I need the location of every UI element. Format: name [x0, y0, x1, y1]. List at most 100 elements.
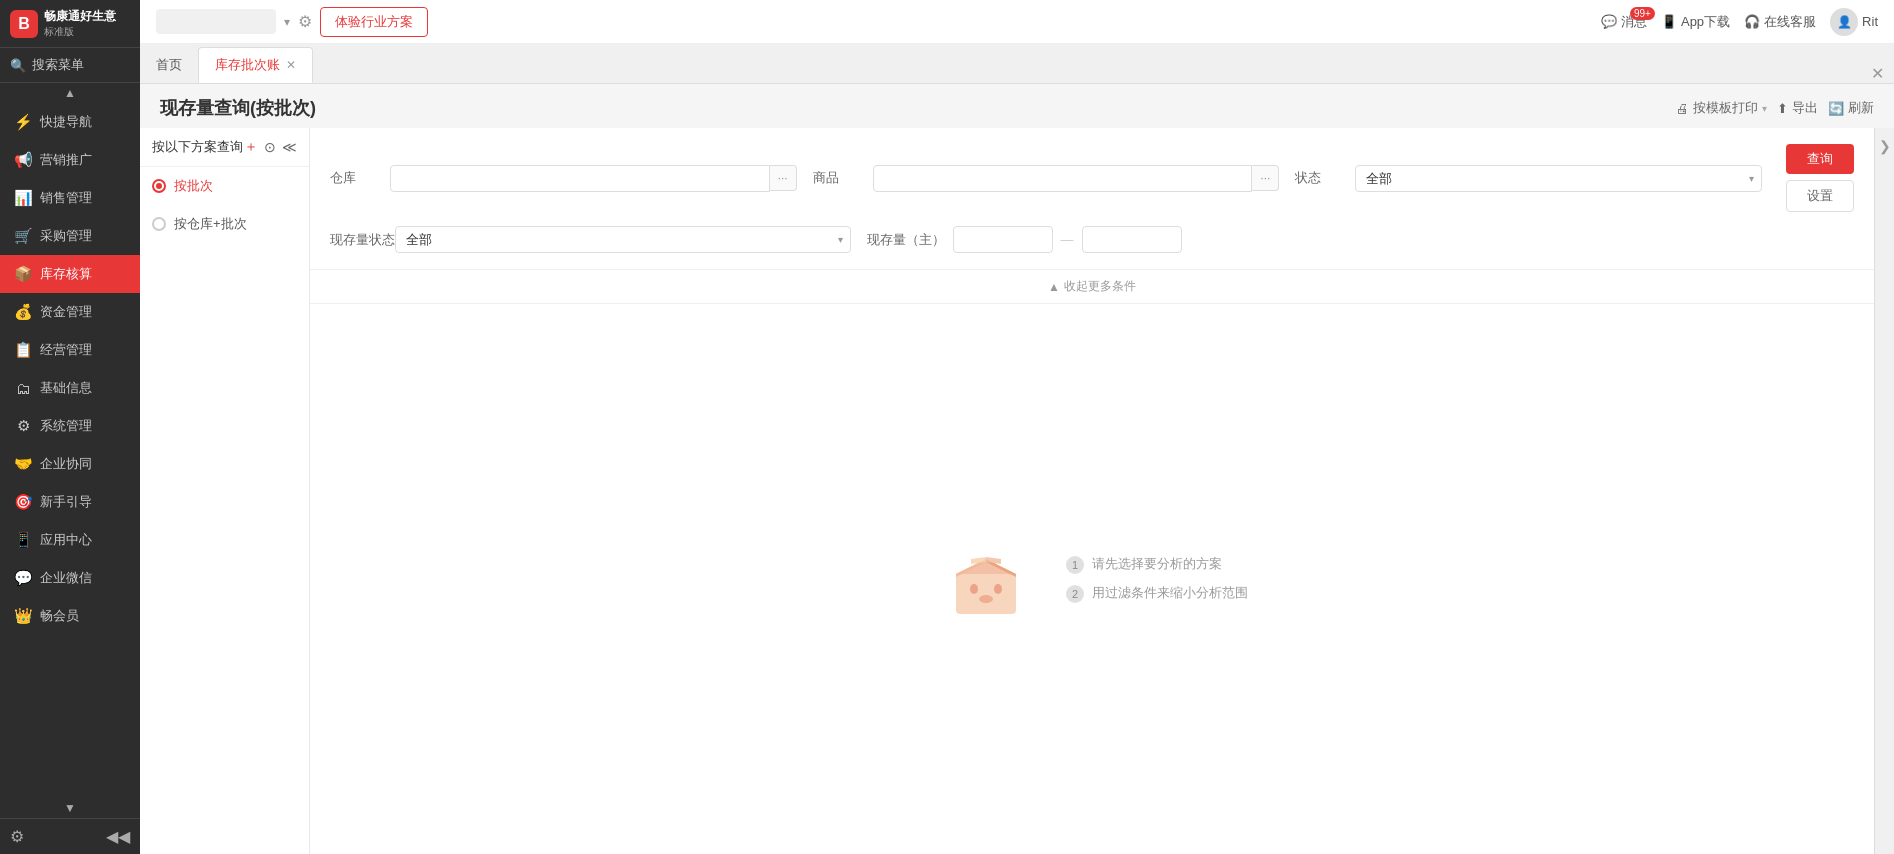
settings-button[interactable]: 设置 — [1786, 180, 1854, 212]
app-center-label: 应用中心 — [40, 531, 92, 549]
company-name: 畅康通好生意 — [44, 8, 116, 25]
sidebar-item-marketing[interactable]: 📢 营销推广 — [0, 141, 140, 179]
filter-by-warehouse-batch-label: 按仓库+批次 — [174, 215, 247, 233]
app-download-icon: 📱 — [1661, 14, 1677, 29]
export-label: 导出 — [1792, 99, 1818, 117]
search-menu-item[interactable]: 🔍 搜索菜单 — [0, 48, 140, 83]
sidebar-item-sales[interactable]: 📊 销售管理 — [0, 179, 140, 217]
system-icon: ⚙ — [14, 417, 32, 435]
empty-illustration — [936, 529, 1036, 629]
sidebar-scroll-down[interactable]: ▼ — [0, 798, 140, 818]
sidebar-item-finance[interactable]: 💰 资金管理 — [0, 293, 140, 331]
export-button[interactable]: ⬆ 导出 — [1777, 99, 1818, 117]
finance-label: 资金管理 — [40, 303, 92, 321]
svg-point-6 — [979, 595, 993, 603]
sidebar-settings-icon[interactable]: ⚙ — [10, 827, 24, 846]
status-label: 状态 — [1295, 169, 1355, 187]
warehouse-more-button[interactable]: ··· — [770, 165, 797, 191]
stock-status-label: 现存量状态 — [330, 231, 395, 249]
form-row-2: 现存量状态 全部 有库存 无库存 ▾ 现存量（主） — [330, 226, 1854, 253]
warehouse-label: 仓库 — [330, 169, 390, 187]
topbar-settings-icon[interactable]: ⚙ — [298, 12, 312, 31]
page-actions: 🖨 按模板打印 ▾ ⬆ 导出 🔄 刷新 — [1676, 99, 1874, 117]
sidebar-item-app-center[interactable]: 📱 应用中心 — [0, 521, 140, 559]
filter-settings-icon[interactable]: ⊙ — [264, 139, 276, 155]
empty-state: 1 请先选择要分析的方案 2 用过滤条件来缩小分析范围 — [310, 304, 1874, 854]
refresh-button[interactable]: 🔄 刷新 — [1828, 99, 1874, 117]
topbar-search-area[interactable] — [156, 9, 276, 34]
finance-icon: 💰 — [14, 303, 32, 321]
tip-num-2: 2 — [1066, 585, 1084, 603]
stock-status-field: 现存量状态 全部 有库存 无库存 ▾ — [330, 226, 851, 253]
sidebar-scroll-up[interactable]: ▲ — [0, 83, 140, 103]
tab-inventory-batch-close[interactable]: ✕ — [286, 59, 296, 71]
online-service-label: 在线客服 — [1764, 13, 1816, 31]
basic-label: 基础信息 — [40, 379, 92, 397]
filter-item-by-warehouse-batch[interactable]: 按仓库+批次 — [140, 205, 309, 243]
tip-text-1: 请先选择要分析的方案 — [1092, 555, 1222, 573]
quick-nav-label: 快捷导航 — [40, 113, 92, 131]
sidebar-item-purchase[interactable]: 🛒 采购管理 — [0, 217, 140, 255]
sidebar-item-operations[interactable]: 📋 经营管理 — [0, 331, 140, 369]
content-area: 现存量查询(按批次) 🖨 按模板打印 ▾ ⬆ 导出 🔄 刷新 — [140, 84, 1894, 854]
sidebar-collapse-icon[interactable]: ◀◀ — [106, 827, 130, 846]
warehouse-input[interactable] — [390, 165, 770, 192]
print-label: 按模板打印 — [1693, 99, 1758, 117]
product-input[interactable] — [873, 165, 1253, 192]
sidebar-item-inventory[interactable]: 📦 库存核算 — [0, 255, 140, 293]
sidebar-title-block: 畅康通好生意 标准版 — [44, 8, 116, 39]
username-label: Rit — [1862, 14, 1878, 29]
app-logo: B — [10, 10, 38, 38]
stock-amount-to-input[interactable] — [1082, 226, 1182, 253]
right-panel-close-icon[interactable]: ❯ — [1879, 138, 1891, 154]
filter-item-by-batch[interactable]: 按批次 — [140, 167, 309, 205]
export-icon: ⬆ — [1777, 101, 1788, 116]
query-actions: 查询 设置 — [1786, 144, 1854, 212]
sidebar-item-quick-nav[interactable]: ⚡ 快捷导航 — [0, 103, 140, 141]
query-button[interactable]: 查询 — [1786, 144, 1854, 174]
operations-icon: 📋 — [14, 341, 32, 359]
enterprise-icon: 🤝 — [14, 455, 32, 473]
system-label: 系统管理 — [40, 417, 92, 435]
user-menu-button[interactable]: 👤 Rit — [1830, 8, 1878, 36]
messages-button[interactable]: 💬 消息 99+ — [1601, 13, 1647, 31]
product-more-button[interactable]: ··· — [1252, 165, 1279, 191]
svg-point-5 — [994, 584, 1002, 594]
stock-status-select[interactable]: 全部 有库存 无库存 — [395, 226, 851, 253]
member-label: 畅会员 — [40, 607, 79, 625]
enterprise-label: 企业协同 — [40, 455, 92, 473]
sidebar-item-system[interactable]: ⚙ 系统管理 — [0, 407, 140, 445]
right-close-panel[interactable]: ❯ — [1874, 128, 1894, 854]
query-form: 仓库 ··· 商品 ··· 状态 — [310, 128, 1874, 270]
tab-home-label: 首页 — [156, 56, 182, 74]
tab-home[interactable]: 首页 — [140, 47, 198, 83]
online-service-button[interactable]: 🎧 在线客服 — [1744, 13, 1816, 31]
product-label: 商品 — [813, 169, 873, 187]
filter-panel: 按以下方案查询 ＋ ⊙ ≪ 按批次 按仓库+批次 — [140, 128, 310, 854]
app-download-button[interactable]: 📱 App下载 — [1661, 13, 1730, 31]
sidebar-item-basic[interactable]: 🗂 基础信息 — [0, 369, 140, 407]
collapse-row[interactable]: ▲ 收起更多条件 — [310, 270, 1874, 304]
sidebar-item-newbie[interactable]: 🎯 新手引导 — [0, 483, 140, 521]
status-field: 状态 全部 在库 出库 ▾ — [1295, 165, 1762, 192]
trial-button[interactable]: 体验行业方案 — [320, 7, 428, 37]
filter-collapse-icon[interactable]: ≪ — [282, 139, 297, 155]
sidebar-item-member[interactable]: 👑 畅会员 — [0, 597, 140, 635]
sidebar-nav: ⚡ 快捷导航 📢 营销推广 📊 销售管理 🛒 采购管理 📦 库存核算 💰 资金管… — [0, 103, 140, 798]
print-dropdown-icon[interactable]: ▾ — [1762, 103, 1767, 114]
newbie-label: 新手引导 — [40, 493, 92, 511]
print-icon: 🖨 — [1676, 101, 1689, 116]
topbar-dropdown-icon[interactable]: ▾ — [284, 15, 290, 29]
wechat-label: 企业微信 — [40, 569, 92, 587]
stock-amount-from-input[interactable] — [953, 226, 1053, 253]
print-button[interactable]: 🖨 按模板打印 ▾ — [1676, 99, 1767, 117]
sidebar-item-wechat[interactable]: 💬 企业微信 — [0, 559, 140, 597]
tab-close-all-button[interactable]: ✕ — [1871, 64, 1884, 83]
filter-add-icon[interactable]: ＋ — [244, 138, 258, 156]
collapse-label: 收起更多条件 — [1064, 278, 1136, 295]
sidebar-item-enterprise[interactable]: 🤝 企业协同 — [0, 445, 140, 483]
tab-inventory-batch[interactable]: 库存批次账 ✕ — [198, 47, 313, 83]
dash-separator: — — [1061, 232, 1074, 247]
marketing-label: 营销推广 — [40, 151, 92, 169]
status-select[interactable]: 全部 在库 出库 — [1355, 165, 1762, 192]
